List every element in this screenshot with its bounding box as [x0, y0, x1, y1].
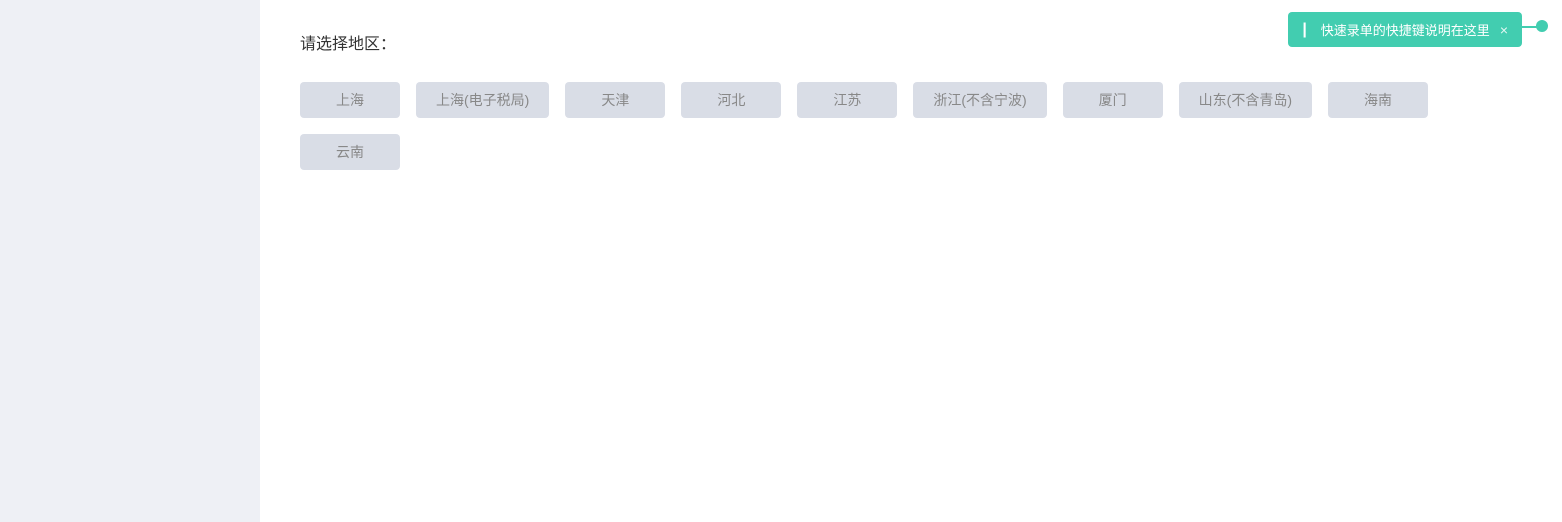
region-btn-hainan[interactable]: 海南	[1328, 82, 1428, 118]
region-btn-hebei[interactable]: 河北	[681, 82, 781, 118]
sidebar	[0, 0, 260, 522]
tooltip-text: 快速录单的快捷键说明在这里	[1321, 20, 1490, 39]
region-btn-xiamen[interactable]: 厦门	[1063, 82, 1163, 118]
tooltip-bar: 快速录单的快捷键说明在这里 ×	[1288, 12, 1522, 47]
region-btn-shandong[interactable]: 山东(不含青岛)	[1179, 82, 1312, 118]
tooltip-end-dot	[1536, 20, 1548, 32]
region-btn-shanghai[interactable]: 上海	[300, 82, 400, 118]
main-content: 请选择地区： 上海上海(电子税局)天津河北江苏浙江(不含宁波)厦门山东(不含青岛…	[260, 0, 1562, 522]
region-btn-yunnan[interactable]: 云南	[300, 134, 400, 170]
region-buttons: 上海上海(电子税局) 天津河北江苏浙江(不含宁波) 厦门山东(不含青岛) 海南云南	[300, 82, 1522, 170]
region-btn-jiangsu[interactable]: 江苏	[797, 82, 897, 118]
region-btn-shanghai-etax[interactable]: 上海(电子税局)	[416, 82, 549, 118]
region-btn-zhejiang[interactable]: 浙江(不含宁波)	[913, 82, 1046, 118]
region-btn-tianjin[interactable]: 天津	[565, 82, 665, 118]
tooltip-close-button[interactable]: ×	[1500, 22, 1508, 38]
